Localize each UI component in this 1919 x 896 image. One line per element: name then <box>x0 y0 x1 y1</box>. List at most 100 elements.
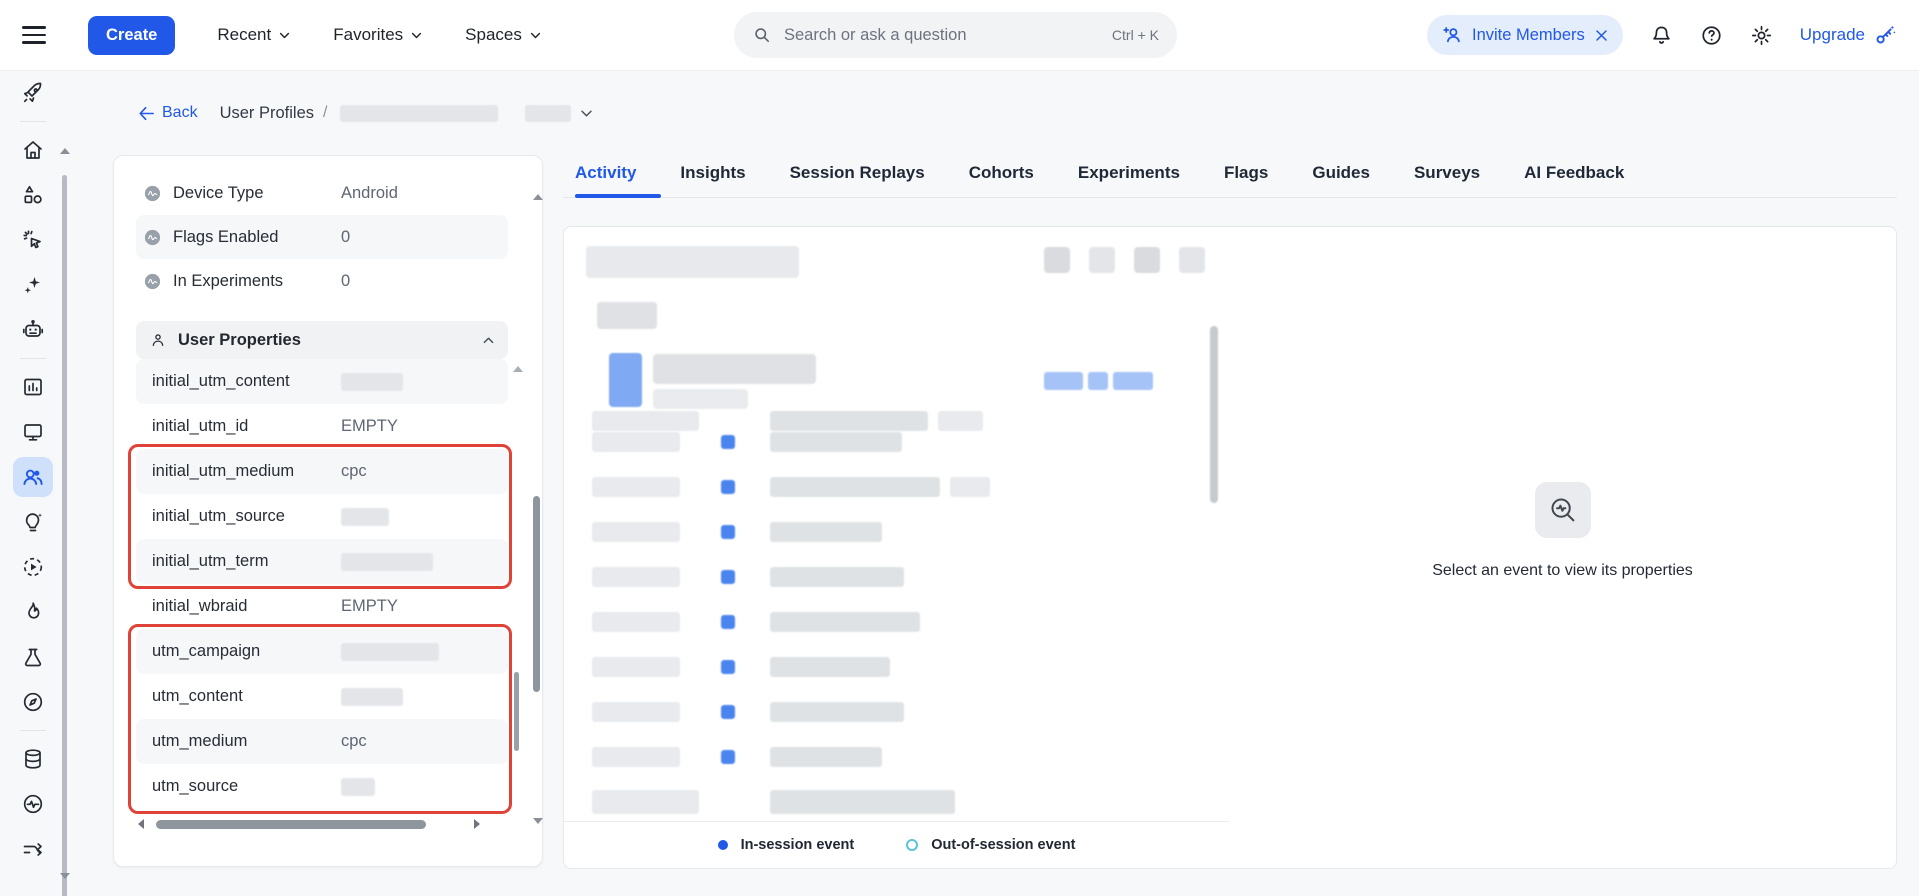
tab-experiments[interactable]: Experiments <box>1078 163 1180 183</box>
robot-icon[interactable] <box>9 307 57 352</box>
panel-scroll-left[interactable] <box>138 819 144 829</box>
redacted-block <box>721 435 735 449</box>
property-value: EMPTY <box>341 417 398 435</box>
property-name: Flags Enabled <box>173 227 279 246</box>
panel-scroll-right[interactable] <box>474 819 480 829</box>
spaces-menu[interactable]: Spaces <box>465 25 542 45</box>
rocket-icon[interactable] <box>9 70 57 115</box>
redacted-block <box>592 567 680 587</box>
panel-scroll-up[interactable] <box>533 194 543 200</box>
dismiss-icon[interactable] <box>1594 28 1609 43</box>
invite-members-button[interactable]: Invite Members <box>1426 15 1623 55</box>
tab-insights[interactable]: Insights <box>680 163 745 183</box>
panel-vertical-scrollbar[interactable] <box>533 496 540 692</box>
upgrade-button[interactable]: Upgrade <box>1800 23 1897 47</box>
menu-icon[interactable] <box>22 26 46 44</box>
property-row[interactable]: initial_utm_medium cpc <box>136 449 508 494</box>
activity-stream-panel: In-session event Out-of-session event <box>563 226 1230 869</box>
sparkles-icon[interactable] <box>9 262 57 307</box>
home-icon[interactable] <box>9 127 57 172</box>
compass-icon[interactable] <box>9 679 57 724</box>
property-row[interactable]: initial_utm_id EMPTY <box>136 404 508 449</box>
recent-menu[interactable]: Recent <box>217 25 291 45</box>
spaces-menu-label: Spaces <box>465 25 522 44</box>
redacted-user-label <box>525 104 572 122</box>
property-row[interactable]: utm_campaign <box>136 629 508 674</box>
search-input[interactable] <box>782 24 1112 46</box>
property-name: Device Type <box>173 184 264 202</box>
app-window: Create Recent Favorites Spaces Ctrl + K … <box>0 0 1919 896</box>
help-icon[interactable] <box>1700 24 1723 47</box>
tab-guides[interactable]: Guides <box>1312 163 1370 183</box>
property-name: initial_utm_medium <box>152 462 295 480</box>
redacted-block <box>721 570 735 584</box>
monitoring-gauge-icon[interactable] <box>9 781 57 826</box>
redacted-block <box>770 567 904 587</box>
database-icon[interactable] <box>9 736 57 781</box>
user-profile-panel: Device Type Android Flags Enabled 0 In E… <box>113 155 543 867</box>
back-arrow-icon <box>139 106 154 120</box>
panel-scroll-down[interactable] <box>533 818 543 824</box>
idea-bulb-icon[interactable] <box>9 499 57 544</box>
redacted-block <box>1088 372 1108 390</box>
global-search[interactable]: Ctrl + K <box>734 12 1177 58</box>
redacted-value <box>341 552 433 571</box>
property-row[interactable]: utm_source <box>136 764 508 809</box>
click-cursor-icon[interactable] <box>9 217 57 262</box>
pipeline-icon[interactable] <box>9 826 57 871</box>
notifications-bell-icon[interactable] <box>1650 24 1673 47</box>
tab-surveys[interactable]: Surveys <box>1414 163 1480 183</box>
chevron-down-icon[interactable] <box>579 106 594 121</box>
chevron-up-icon[interactable] <box>481 333 496 348</box>
tab-flags[interactable]: Flags <box>1224 163 1268 183</box>
shapes-icon[interactable] <box>9 172 57 217</box>
create-button[interactable]: Create <box>88 15 176 55</box>
list-vertical-scrollbar[interactable] <box>514 672 519 751</box>
redacted-value <box>341 642 439 661</box>
bar-chart-icon[interactable] <box>9 364 57 409</box>
list-scroll-up[interactable] <box>513 366 523 372</box>
rail-scroll-up[interactable] <box>60 148 70 154</box>
search-shortcut: Ctrl + K <box>1111 27 1159 43</box>
property-row[interactable]: initial_utm_source <box>136 494 508 539</box>
user-profiles-icon[interactable] <box>9 454 57 499</box>
computed-property-row: Flags Enabled 0 <box>136 215 508 259</box>
divider <box>9 724 57 736</box>
redacted-block <box>770 432 902 452</box>
favorites-menu[interactable]: Favorites <box>333 25 423 45</box>
tab-activity[interactable]: Activity <box>575 163 636 183</box>
event-inspect-icon <box>1534 481 1591 538</box>
redacted-block <box>1210 326 1218 503</box>
tab-cohorts[interactable]: Cohorts <box>969 163 1034 183</box>
rail-scrollbar[interactable] <box>62 175 67 896</box>
event-legend: In-session event Out-of-session event <box>564 821 1229 868</box>
property-row[interactable]: utm_content <box>136 674 508 719</box>
upgrade-key-icon <box>1876 25 1896 44</box>
property-name: initial_utm_source <box>152 507 285 525</box>
redacted-block <box>592 747 680 767</box>
property-row[interactable]: initial_utm_term <box>136 539 508 584</box>
event-stream[interactable] <box>564 227 1229 822</box>
tab-ai-feedback[interactable]: AI Feedback <box>1524 163 1624 183</box>
tab-session-replays[interactable]: Session Replays <box>790 163 925 183</box>
redacted-block <box>938 411 983 431</box>
property-name: initial_utm_content <box>152 372 290 390</box>
panel-horizontal-scrollbar[interactable] <box>156 820 426 829</box>
user-properties-section-header[interactable]: User Properties <box>136 321 508 359</box>
rail-scroll-down[interactable] <box>60 873 70 879</box>
property-value: EMPTY <box>341 597 398 615</box>
experiment-flask-icon[interactable] <box>9 634 57 679</box>
session-replay-icon[interactable] <box>9 544 57 589</box>
redacted-value <box>341 372 403 391</box>
property-value: cpc <box>341 732 367 750</box>
property-row[interactable]: initial_wbraid EMPTY <box>136 584 508 629</box>
monitor-icon[interactable] <box>9 409 57 454</box>
breadcrumb-section[interactable]: User Profiles <box>220 104 314 123</box>
property-row[interactable]: initial_utm_content <box>136 359 508 404</box>
favorites-menu-label: Favorites <box>333 25 404 44</box>
property-row[interactable]: utm_medium cpc <box>136 719 508 764</box>
redacted-block <box>1113 372 1153 390</box>
flame-icon[interactable] <box>9 589 57 634</box>
back-button[interactable]: Back <box>138 104 198 122</box>
settings-gear-icon[interactable] <box>1750 24 1773 47</box>
